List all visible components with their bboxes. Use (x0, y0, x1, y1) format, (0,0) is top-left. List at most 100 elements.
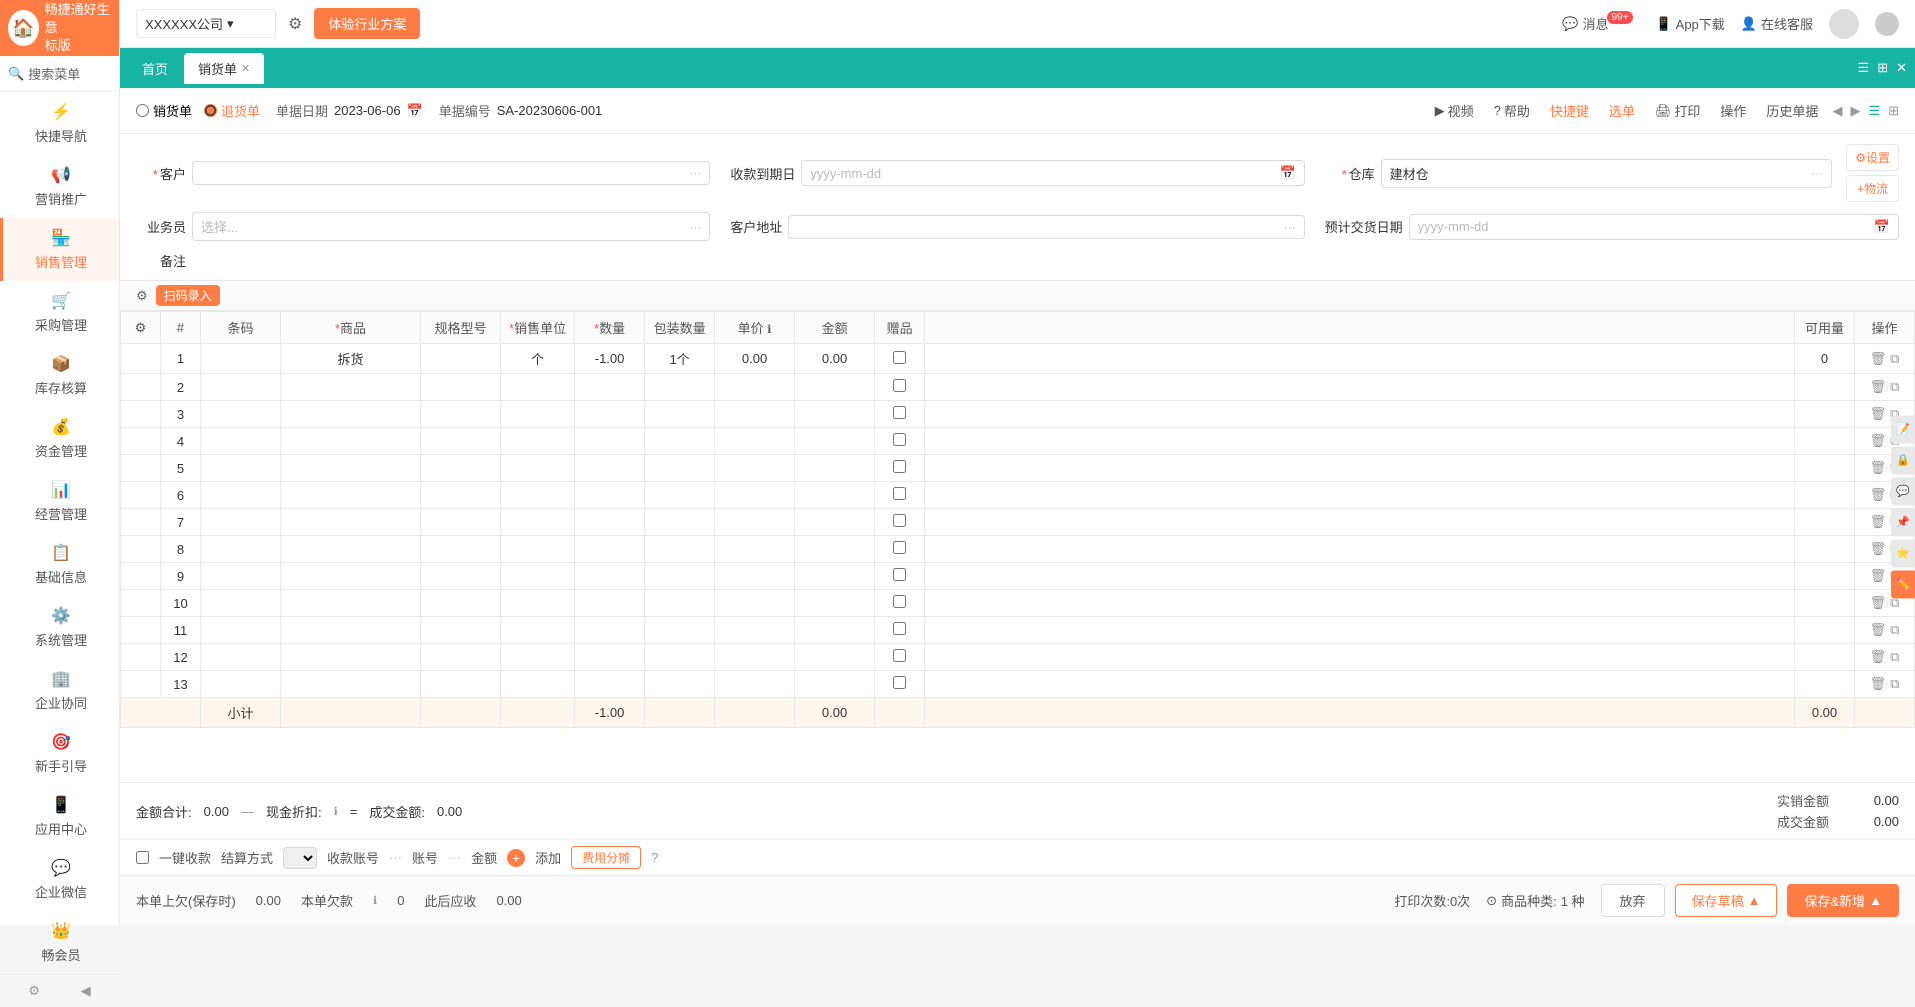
cell-qty[interactable] (575, 590, 645, 617)
cell-goods[interactable] (281, 671, 421, 698)
copy-icon[interactable]: ⧉ (1890, 649, 1899, 665)
cell-gift[interactable] (875, 428, 925, 455)
cell-spec[interactable] (421, 509, 501, 536)
cell-pkg[interactable] (645, 563, 715, 590)
cell-barcode[interactable] (201, 617, 281, 644)
setup-button[interactable]: ⚙设置 (1846, 144, 1899, 171)
shortcut-btn[interactable]: 快捷键 (1544, 98, 1595, 123)
account-expand-icon[interactable]: ··· (389, 850, 402, 865)
cell-barcode[interactable] (201, 428, 281, 455)
expected-date-input[interactable]: yyyy-mm-dd 📅 (1409, 214, 1899, 240)
radio-goods-type[interactable]: ⊙ (1486, 893, 1497, 909)
cell-goods[interactable] (281, 644, 421, 671)
table-settings-icon[interactable]: ⚙ (136, 288, 148, 304)
cell-qty[interactable] (575, 428, 645, 455)
tab-list-icon[interactable]: ☰ (1858, 60, 1870, 76)
cell-pkg[interactable] (645, 428, 715, 455)
salesperson-expand-icon[interactable]: ··· (689, 220, 701, 234)
cell-amount[interactable] (795, 428, 875, 455)
cell-amount[interactable] (795, 536, 875, 563)
sidebar-item-app-center[interactable]: 📱应用中心 (0, 785, 119, 848)
tab-sales-order[interactable]: 销货单 ✕ (184, 53, 264, 84)
cell-amount[interactable] (795, 482, 875, 509)
delete-icon[interactable]: 🗑 (1870, 622, 1887, 638)
cell-barcode[interactable] (201, 509, 281, 536)
expense-button[interactable]: 费用分摊 (571, 846, 641, 869)
cell-unit[interactable] (501, 671, 575, 698)
history-btn[interactable]: 历史单据 (1760, 98, 1824, 123)
delete-icon[interactable]: 🗑 (1870, 379, 1887, 395)
cell-spec[interactable] (421, 428, 501, 455)
customer-addr-input[interactable]: ··· (788, 215, 1304, 239)
sidebar-item-basic-info[interactable]: 📋基础信息 (0, 533, 119, 596)
cell-gift[interactable] (875, 644, 925, 671)
delete-icon[interactable]: 🗑 (1870, 433, 1887, 449)
topbar-settings-icon[interactable]: ⚙ (288, 14, 302, 34)
cell-spec[interactable] (421, 644, 501, 671)
cell-unit[interactable] (501, 455, 575, 482)
cell-goods[interactable] (281, 590, 421, 617)
cell-unit[interactable]: 个 (501, 344, 575, 374)
warehouse-input[interactable]: 建材仓 ··· (1381, 159, 1833, 188)
cell-pkg[interactable] (645, 374, 715, 401)
right-btn-6[interactable]: ✏️ (1891, 570, 1915, 598)
cell-price[interactable] (715, 455, 795, 482)
cell-pkg[interactable] (645, 617, 715, 644)
customer-expand-icon[interactable]: ··· (689, 166, 701, 180)
copy-icon[interactable]: ⧉ (1890, 622, 1899, 638)
company-selector[interactable]: XXXXXX公司 ▾ (136, 9, 276, 38)
cell-goods[interactable] (281, 509, 421, 536)
cell-gift[interactable] (875, 563, 925, 590)
delete-icon[interactable]: 🗑 (1870, 514, 1887, 530)
expense-help-icon[interactable]: ? (651, 850, 658, 865)
cell-goods[interactable] (281, 563, 421, 590)
cell-barcode[interactable] (201, 374, 281, 401)
calendar-icon[interactable]: 📅 (407, 103, 423, 119)
cell-price[interactable] (715, 482, 795, 509)
cell-gift[interactable] (875, 374, 925, 401)
calendar2-icon[interactable]: 📅 (1279, 165, 1295, 181)
cell-barcode[interactable] (201, 536, 281, 563)
method-select[interactable] (283, 847, 317, 869)
cell-qty[interactable] (575, 671, 645, 698)
cell-price[interactable]: 0.00 (715, 344, 795, 374)
cell-unit[interactable] (501, 590, 575, 617)
cell-price[interactable] (715, 644, 795, 671)
delete-icon[interactable]: 🗑 (1870, 595, 1887, 611)
sidebar-item-purchase-mgmt[interactable]: 🛒采购管理 (0, 281, 119, 344)
cell-price[interactable] (715, 374, 795, 401)
cell-goods[interactable] (281, 428, 421, 455)
delete-icon[interactable]: 🗑 (1870, 541, 1887, 557)
collapse-icon[interactable]: ◀ (81, 983, 91, 999)
cell-gift[interactable] (875, 401, 925, 428)
message-item[interactable]: 💬 消息 99+ (1562, 14, 1639, 33)
cell-barcode[interactable] (201, 590, 281, 617)
copy-icon[interactable]: ⧉ (1890, 379, 1899, 395)
calendar3-icon[interactable]: 📅 (1874, 219, 1890, 235)
cell-goods[interactable] (281, 455, 421, 482)
cell-unit[interactable] (501, 617, 575, 644)
radio-return[interactable]: 退货单 (204, 101, 260, 120)
cell-gift[interactable] (875, 344, 925, 374)
delete-icon[interactable]: 🗑 (1870, 676, 1887, 692)
cell-pkg[interactable] (645, 509, 715, 536)
sidebar-item-operations[interactable]: 📊经营管理 (0, 470, 119, 533)
cell-gift[interactable] (875, 671, 925, 698)
sidebar-item-finance[interactable]: 💰资金管理 (0, 407, 119, 470)
tab-close-icon[interactable]: ✕ (241, 62, 250, 75)
cell-gift[interactable] (875, 536, 925, 563)
save-new-dropdown-icon[interactable]: ▲ (1869, 893, 1882, 908)
cell-price[interactable] (715, 617, 795, 644)
scan-button[interactable]: 扫码录入 (156, 285, 220, 306)
cell-price[interactable] (715, 563, 795, 590)
cell-unit[interactable] (501, 563, 575, 590)
cell-gift[interactable] (875, 482, 925, 509)
select-btn[interactable]: 选单 (1603, 98, 1641, 123)
help-btn[interactable]: ? 帮助 (1488, 98, 1536, 123)
tab-close-all-icon[interactable]: ✕ (1896, 60, 1907, 76)
cell-pkg[interactable]: 1个 (645, 344, 715, 374)
online-service-item[interactable]: 👤 在线客服 (1741, 14, 1813, 33)
right-btn-2[interactable]: 🔒 (1891, 446, 1915, 474)
cell-unit[interactable] (501, 428, 575, 455)
cell-barcode[interactable] (201, 644, 281, 671)
